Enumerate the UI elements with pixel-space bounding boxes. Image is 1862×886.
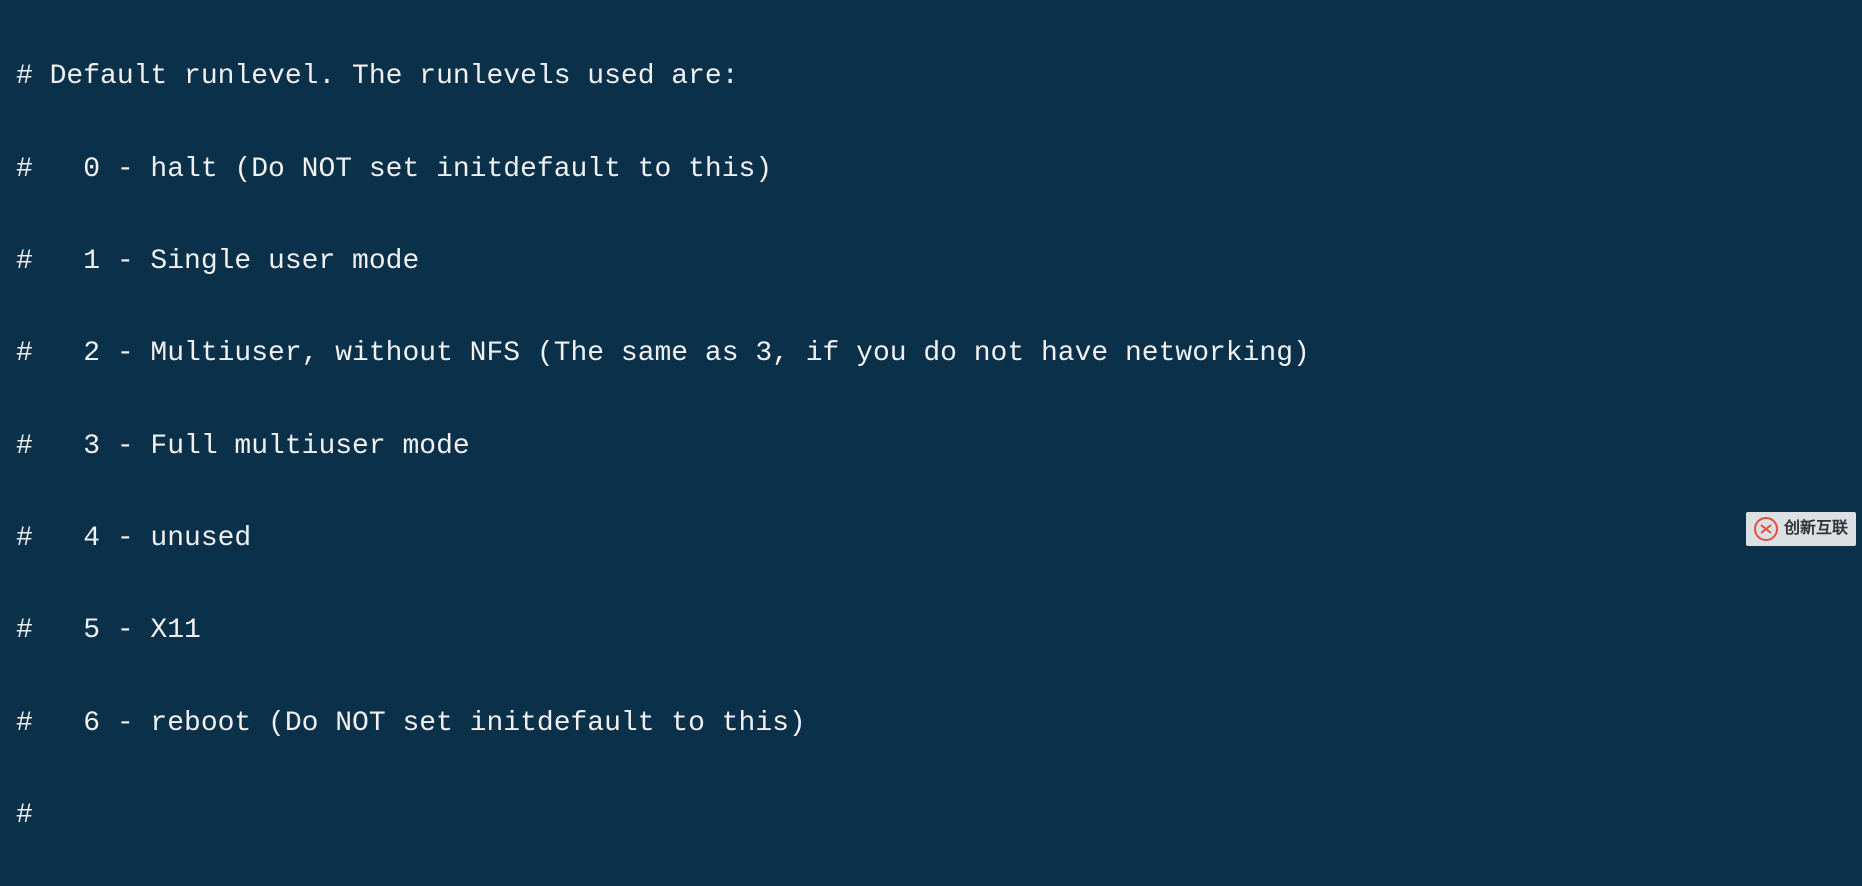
terminal-line: # 4 - unused [16,516,1846,562]
watermark-logo-icon [1754,517,1778,541]
terminal-line: # 5 - X11 [16,608,1846,654]
terminal-line: # 0 - halt (Do NOT set initdefault to th… [16,147,1846,193]
terminal-line: # Default runlevel. The runlevels used a… [16,54,1846,100]
terminal-line: # [16,793,1846,839]
terminal-line: # 3 - Full multiuser mode [16,424,1846,470]
terminal-line: # 2 - Multiuser, without NFS (The same a… [16,331,1846,377]
terminal-line: # 1 - Single user mode [16,239,1846,285]
watermark: 创新互联 [1746,512,1856,546]
terminal-output: # Default runlevel. The runlevels used a… [16,8,1846,886]
watermark-text: 创新互联 [1784,516,1848,542]
terminal-line: # 6 - reboot (Do NOT set initdefault to … [16,701,1846,747]
